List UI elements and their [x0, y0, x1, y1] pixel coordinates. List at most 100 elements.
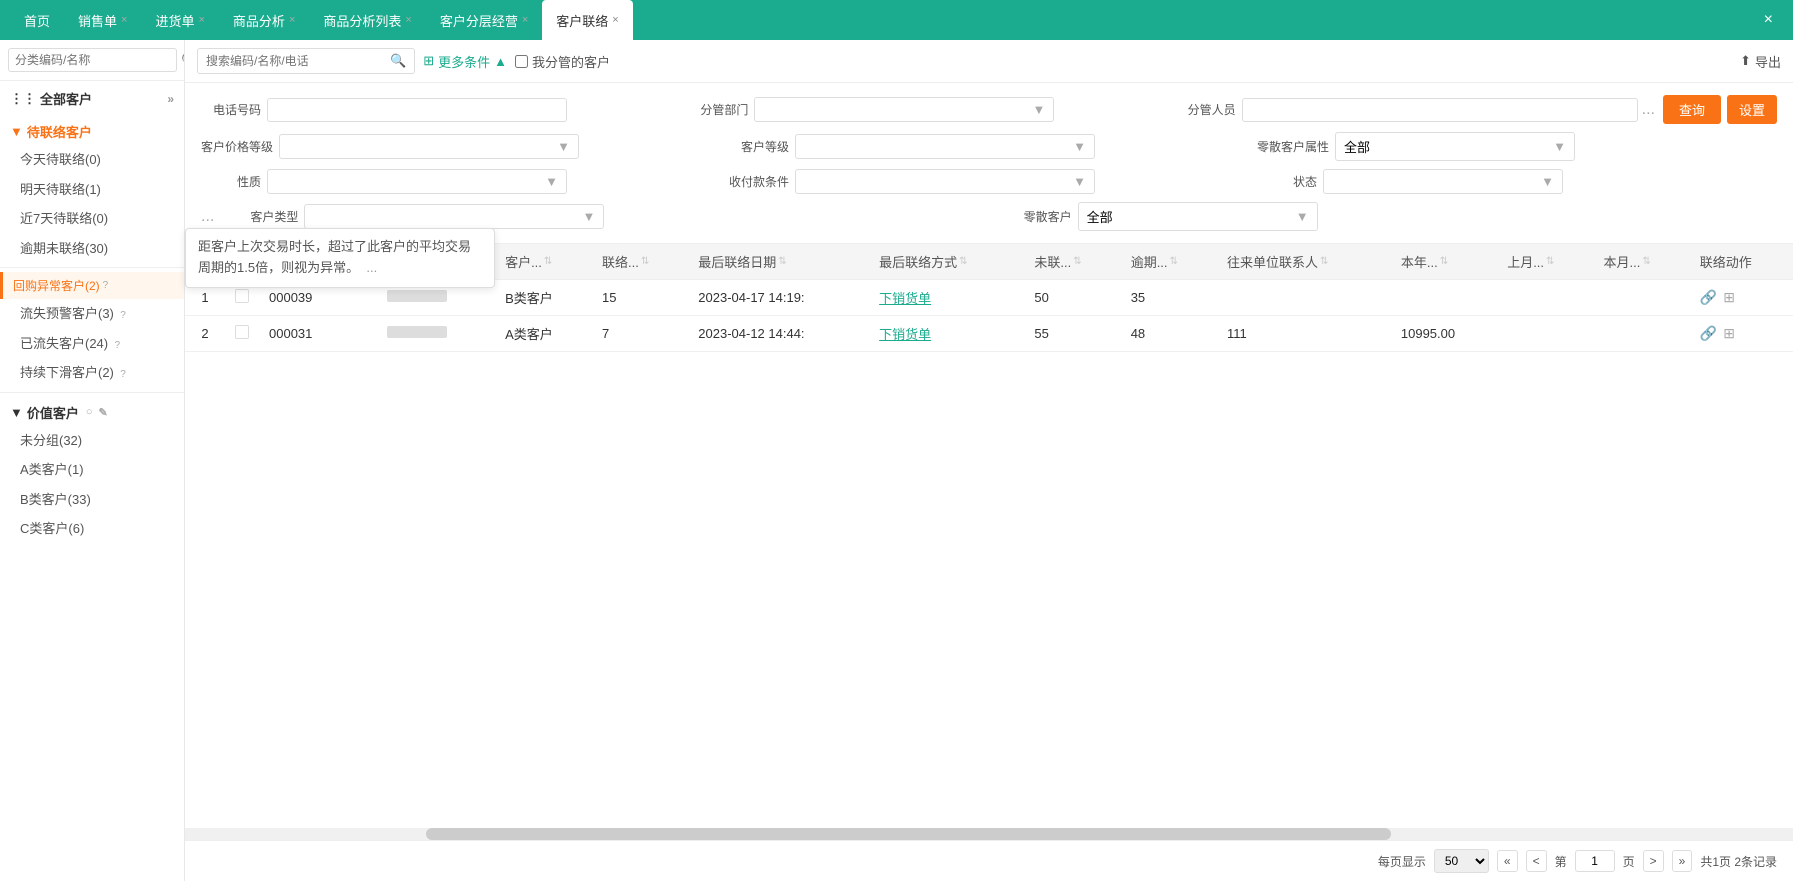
repurchase-help-icon[interactable]: ? — [103, 280, 109, 291]
my-customer-checkbox[interactable] — [515, 55, 528, 68]
lost-warning-help-icon[interactable]: ? — [120, 310, 126, 321]
th-last-method: 最后联络方式⇅ — [869, 244, 1024, 280]
row1-unit-contact — [1217, 280, 1391, 316]
row1-link-icon[interactable]: 🔗 — [1700, 289, 1717, 306]
horizontal-scrollbar[interactable] — [185, 828, 1793, 840]
filter-manager: 分管人员 ... — [1176, 98, 1655, 122]
tooltip-more[interactable]: ... — [366, 260, 377, 275]
more-filter-button[interactable]: ⊞ 更多条件 ▲ — [423, 52, 507, 71]
phone-input[interactable] — [267, 98, 567, 122]
nav-purchase[interactable]: 进货单 × — [141, 0, 218, 40]
nav-customer-tier-close[interactable]: × — [522, 14, 528, 26]
sidebar-all-customers[interactable]: ⋮⋮ 全部客户 » — [0, 81, 184, 116]
next-page-button[interactable]: > — [1643, 850, 1664, 872]
search-icon-main[interactable]: 🔍 — [390, 53, 406, 69]
query-button[interactable]: 查询 — [1663, 95, 1721, 124]
nav-product-analysis-close[interactable]: × — [289, 14, 295, 26]
page-size-select[interactable]: 50 100 200 — [1434, 849, 1489, 873]
last-date-sort-icon[interactable]: ⇅ — [778, 256, 786, 267]
already-lost-help-icon[interactable]: ? — [114, 340, 120, 351]
gender-select[interactable]: ▼ — [267, 169, 567, 194]
nav-sales[interactable]: 销售单 × — [64, 0, 141, 40]
nav-customer-contact-close[interactable]: × — [612, 14, 618, 26]
row2-name — [377, 316, 495, 352]
row2-last-method[interactable]: 下销货单 — [869, 316, 1024, 352]
close-all-button[interactable]: × — [1754, 11, 1783, 29]
sidebar-search-input[interactable] — [8, 48, 177, 72]
manager-dots[interactable]: ... — [1642, 101, 1655, 119]
nav-home[interactable]: 首页 — [10, 0, 64, 40]
customer-type-select[interactable]: ▼ — [304, 204, 604, 229]
sidebar-item-lost-warning[interactable]: 流失预警客户(3) ? — [0, 299, 184, 329]
nav-product-list[interactable]: 商品分析列表 × — [309, 0, 425, 40]
keep-declining-help-icon[interactable]: ? — [120, 369, 126, 380]
contact-sort-icon[interactable]: ⇅ — [641, 256, 649, 267]
row1-last-method[interactable]: 下销货单 — [869, 280, 1024, 316]
export-label: 导出 — [1755, 52, 1781, 71]
sidebar-item-a-class[interactable]: A类客户(1) — [0, 455, 184, 485]
nav-sales-close[interactable]: × — [121, 14, 127, 26]
value-customer-circle-icon[interactable]: ○ — [86, 406, 93, 418]
scrollbar-thumb[interactable] — [426, 828, 1391, 840]
sidebar-item-b-class[interactable]: B类客户(33) — [0, 485, 184, 515]
nav-customer-tier[interactable]: 客户分层经营 × — [426, 0, 542, 40]
retail-customer-select[interactable]: 全部 ▼ — [1078, 202, 1318, 231]
nav-purchase-close[interactable]: × — [198, 14, 204, 26]
my-customer-checkbox-area[interactable]: 我分管的客户 — [515, 52, 610, 71]
dept-select[interactable]: ▼ — [754, 97, 1054, 122]
top-navigation: 首页 销售单 × 进货单 × 商品分析 × 商品分析列表 × 客户分层经营 × … — [0, 0, 1793, 40]
row2-overdue: 48 — [1121, 316, 1217, 352]
last-month-sort-icon[interactable]: ⇅ — [1546, 256, 1554, 267]
row2-contact-count: 7 — [592, 316, 688, 352]
sidebar-item-tomorrow[interactable]: 明天待联络(1) — [0, 175, 184, 205]
sidebar-item-today[interactable]: 今天待联络(0) — [0, 145, 184, 175]
sidebar-item-c-class[interactable]: C类客户(6) — [0, 514, 184, 544]
this-year-sort-icon[interactable]: ⇅ — [1440, 256, 1448, 267]
row1-grid-icon[interactable]: ⊞ — [1723, 289, 1735, 306]
customer-level-select[interactable]: ▼ — [795, 134, 1095, 159]
sidebar-item-unGrouped[interactable]: 未分组(32) — [0, 426, 184, 456]
sidebar-item-keep-declining[interactable]: 持续下滑客户(2) ? — [0, 358, 184, 388]
this-month-sort-icon[interactable]: ⇅ — [1642, 256, 1650, 267]
retail-attr-select[interactable]: 全部 ▼ — [1335, 132, 1575, 161]
row4-dots[interactable]: ... — [201, 208, 214, 226]
sidebar-item-already-lost[interactable]: 已流失客户(24) ? — [0, 329, 184, 359]
row2-checkbox[interactable] — [225, 316, 259, 352]
price-level-select[interactable]: ▼ — [279, 134, 579, 159]
sidebar-collapse-icon[interactable]: » — [167, 92, 174, 106]
overdue-sort-icon[interactable]: ⇅ — [1170, 256, 1178, 267]
value-customer-edit-icon[interactable]: ✎ — [99, 406, 108, 419]
last-page-button[interactable]: » — [1672, 850, 1693, 872]
sidebar-item-overdue[interactable]: 逾期未联络(30) — [0, 234, 184, 264]
row2-not-contacted: 55 — [1024, 316, 1120, 352]
sidebar-pending-contact-group[interactable]: ▼ 待联络客户 — [0, 116, 184, 145]
unit-sort-icon[interactable]: ⇅ — [1320, 256, 1328, 267]
last-method-sort-icon[interactable]: ⇅ — [959, 256, 967, 267]
row2-link-icon[interactable]: 🔗 — [1700, 325, 1717, 342]
status-select[interactable]: ▼ — [1323, 169, 1563, 194]
settings-button[interactable]: 设置 — [1727, 95, 1777, 124]
payment-arrow: ▼ — [1073, 174, 1086, 189]
th-customer-type: 客户...⇅ — [495, 244, 592, 280]
nav-product-analysis[interactable]: 商品分析 × — [219, 0, 309, 40]
nav-customer-contact[interactable]: 客户联络 × — [542, 0, 632, 40]
first-page-button[interactable]: « — [1497, 850, 1518, 872]
row2-last-date: 2023-04-12 14:44: — [688, 316, 869, 352]
row2-grid-icon[interactable]: ⊞ — [1723, 325, 1735, 342]
manager-input[interactable] — [1242, 98, 1638, 122]
main-search-input[interactable] — [206, 54, 386, 68]
nav-product-list-close[interactable]: × — [405, 14, 411, 26]
sidebar-item-7days[interactable]: 近7天待联络(0) — [0, 204, 184, 234]
type-sort-icon[interactable]: ⇅ — [544, 256, 552, 267]
advanced-filter-panel: 电话号码 分管部门 ▼ 分管人员 ... — [185, 83, 1793, 244]
not-contacted-sort-icon[interactable]: ⇅ — [1073, 256, 1081, 267]
sidebar-item-repurchase[interactable]: 回购异常客户(2) ? — [0, 272, 184, 299]
sidebar: 🔍 ⋮⋮ 全部客户 » ▼ 待联络客户 今天待联络(0) 明天待联络(1) 近7… — [0, 40, 185, 881]
prev-page-button[interactable]: < — [1526, 850, 1547, 872]
payment-select[interactable]: ▼ — [795, 169, 1095, 194]
content-area: 🔍 ⊞ 更多条件 ▲ 我分管的客户 ⬆ 导出 电话号码 — [185, 40, 1793, 881]
sidebar-value-customer-group[interactable]: ▼ 价值客户 ○ ✎ — [0, 397, 184, 426]
export-button[interactable]: ⬆ 导出 — [1740, 52, 1781, 71]
row2-actions: 🔗 ⊞ — [1690, 316, 1793, 352]
page-input[interactable] — [1575, 850, 1615, 872]
